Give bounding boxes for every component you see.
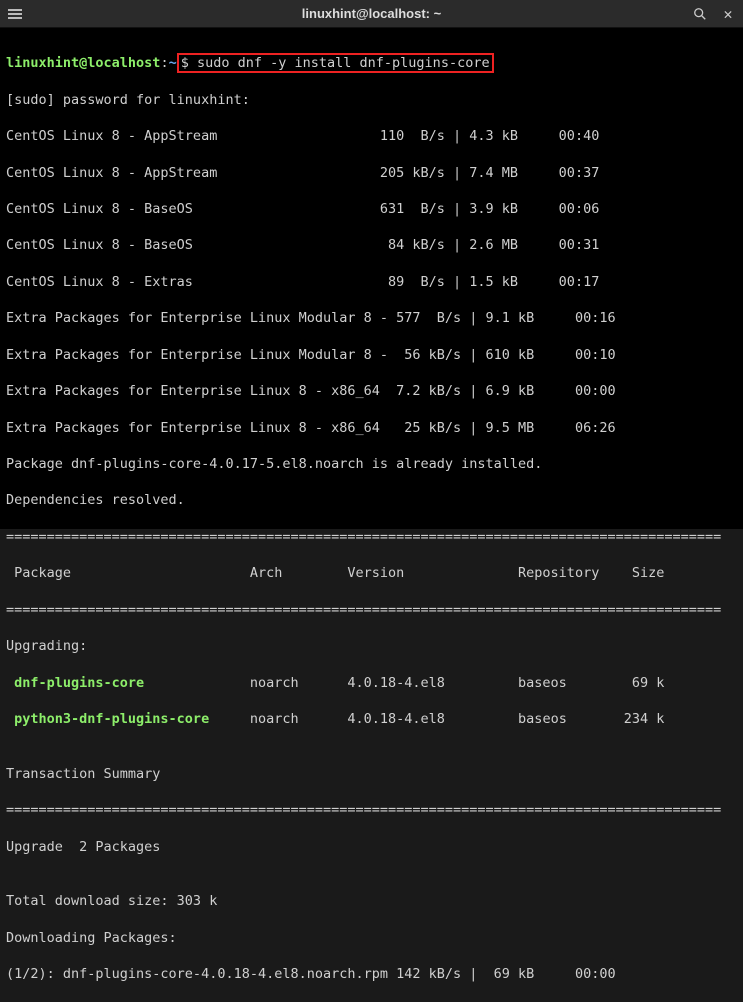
total-dl-size: Total download size: 303 k [6, 892, 737, 910]
search-icon[interactable] [693, 7, 707, 21]
prompt-user: linuxhint@localhost [6, 55, 160, 71]
window-title: linuxhint@localhost: ~ [68, 6, 675, 21]
repo-line: CentOS Linux 8 - AppStream 110 B/s | 4.3… [6, 127, 737, 145]
prompt-dollar: $ [181, 55, 197, 71]
prompt-path: ~ [169, 55, 177, 71]
table-header: Package Arch Version Repository Size [6, 564, 737, 582]
repo-line: CentOS Linux 8 - BaseOS 631 B/s | 3.9 kB… [6, 200, 737, 218]
repo-line: Extra Packages for Enterprise Linux 8 - … [6, 419, 737, 437]
repo-line: CentOS Linux 8 - AppStream 205 kB/s | 7.… [6, 164, 737, 182]
pkg-name: python3-dnf-plugins-core [6, 711, 209, 727]
command-text: sudo dnf -y install dnf-plugins-core [197, 55, 490, 71]
repo-line: CentOS Linux 8 - BaseOS 84 kB/s | 2.6 MB… [6, 236, 737, 254]
deps-resolved: Dependencies resolved. [6, 491, 737, 509]
hr: ========================================… [6, 601, 737, 619]
hr: ========================================… [6, 801, 737, 819]
dl-line: (1/2): dnf-plugins-core-4.0.18-4.el8.noa… [6, 965, 737, 983]
prompt-sep: : [160, 55, 168, 71]
pkg-rest: noarch 4.0.18-4.el8 baseos 234 k [209, 711, 664, 727]
downloading: Downloading Packages: [6, 929, 737, 947]
terminal-viewport[interactable]: linuxhint@localhost:~$ sudo dnf -y insta… [0, 28, 743, 529]
hr: ========================================… [6, 528, 737, 546]
command-highlight: $ sudo dnf -y install dnf-plugins-core [177, 53, 494, 73]
transaction-summary: Transaction Summary [6, 765, 737, 783]
pkg-row: dnf-plugins-core noarch 4.0.18-4.el8 bas… [6, 674, 737, 692]
already-installed: Package dnf-plugins-core-4.0.17-5.el8.no… [6, 455, 737, 473]
window-titlebar: linuxhint@localhost: ~ ✕ [0, 0, 743, 28]
repo-line: CentOS Linux 8 - Extras 89 B/s | 1.5 kB … [6, 273, 737, 291]
repo-line: Extra Packages for Enterprise Linux 8 - … [6, 382, 737, 400]
repo-line: Extra Packages for Enterprise Linux Modu… [6, 346, 737, 364]
upgrading-label: Upgrading: [6, 637, 737, 655]
pkg-name: dnf-plugins-core [6, 675, 144, 691]
close-icon[interactable]: ✕ [721, 7, 735, 21]
repo-line: Extra Packages for Enterprise Linux Modu… [6, 309, 737, 327]
upgrade-count: Upgrade 2 Packages [6, 838, 737, 856]
menu-icon[interactable] [8, 7, 22, 21]
pkg-row: python3-dnf-plugins-core noarch 4.0.18-4… [6, 710, 737, 728]
pkg-rest: noarch 4.0.18-4.el8 baseos 69 k [144, 675, 664, 691]
sudo-prompt: [sudo] password for linuxhint: [6, 91, 737, 109]
